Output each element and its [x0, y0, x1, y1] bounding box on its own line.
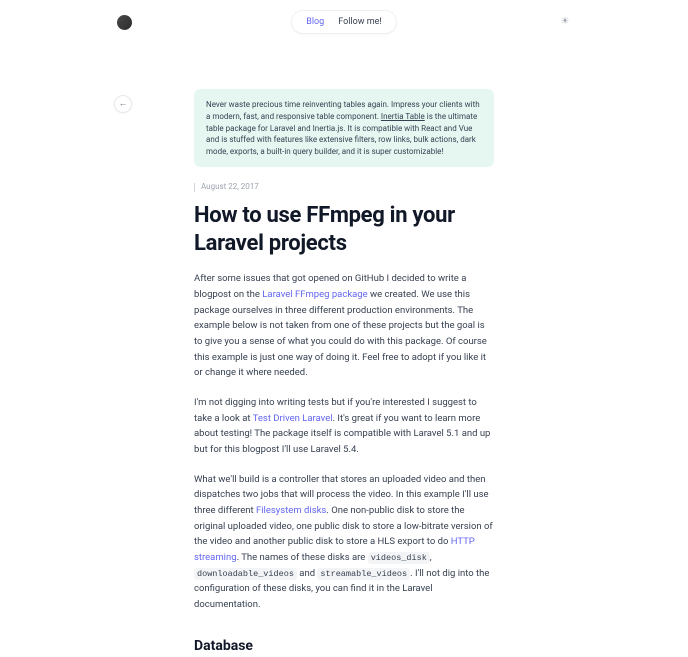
paragraph: After some issues that got opened on Git…: [194, 271, 494, 381]
back-button[interactable]: ←: [114, 95, 132, 113]
theme-toggle-button[interactable]: ☀: [558, 15, 572, 29]
promo-link[interactable]: Inertia Table: [381, 112, 425, 121]
date-row: August 22, 2017: [194, 181, 494, 194]
header: Blog Follow me! ☀: [0, 0, 688, 44]
section-heading-database: Database: [194, 635, 494, 657]
link-tdd-laravel[interactable]: Test Driven Laravel: [253, 413, 333, 424]
publish-date: August 22, 2017: [201, 181, 259, 194]
nav-pill: Blog Follow me!: [291, 10, 397, 34]
nav-follow[interactable]: Follow me!: [338, 15, 382, 29]
arrow-left-icon: ←: [119, 97, 128, 111]
nav-blog[interactable]: Blog: [306, 15, 324, 29]
article-body: After some issues that got opened on Git…: [194, 271, 494, 657]
sun-icon: ☀: [561, 14, 570, 30]
code-streamable-videos: streamable_videos: [317, 568, 410, 580]
link-laravel-ffmpeg[interactable]: Laravel FFmpeg package: [262, 289, 367, 300]
link-filesystem-disks[interactable]: Filesystem disks: [256, 505, 326, 516]
code-videos-disk: videos_disk: [368, 552, 430, 564]
article-title: How to use FFmpeg in your Laravel projec…: [194, 202, 494, 257]
paragraph: I'm not digging into writing tests but i…: [194, 395, 494, 458]
promo-banner: Never waste precious time reinventing ta…: [194, 89, 494, 167]
avatar[interactable]: [117, 15, 132, 30]
code-downloadable-videos: downloadable_videos: [194, 568, 297, 580]
article: ← Never waste precious time reinventing …: [194, 89, 494, 657]
date-bar-icon: [194, 183, 195, 192]
paragraph: What we'll build is a controller that st…: [194, 472, 494, 613]
